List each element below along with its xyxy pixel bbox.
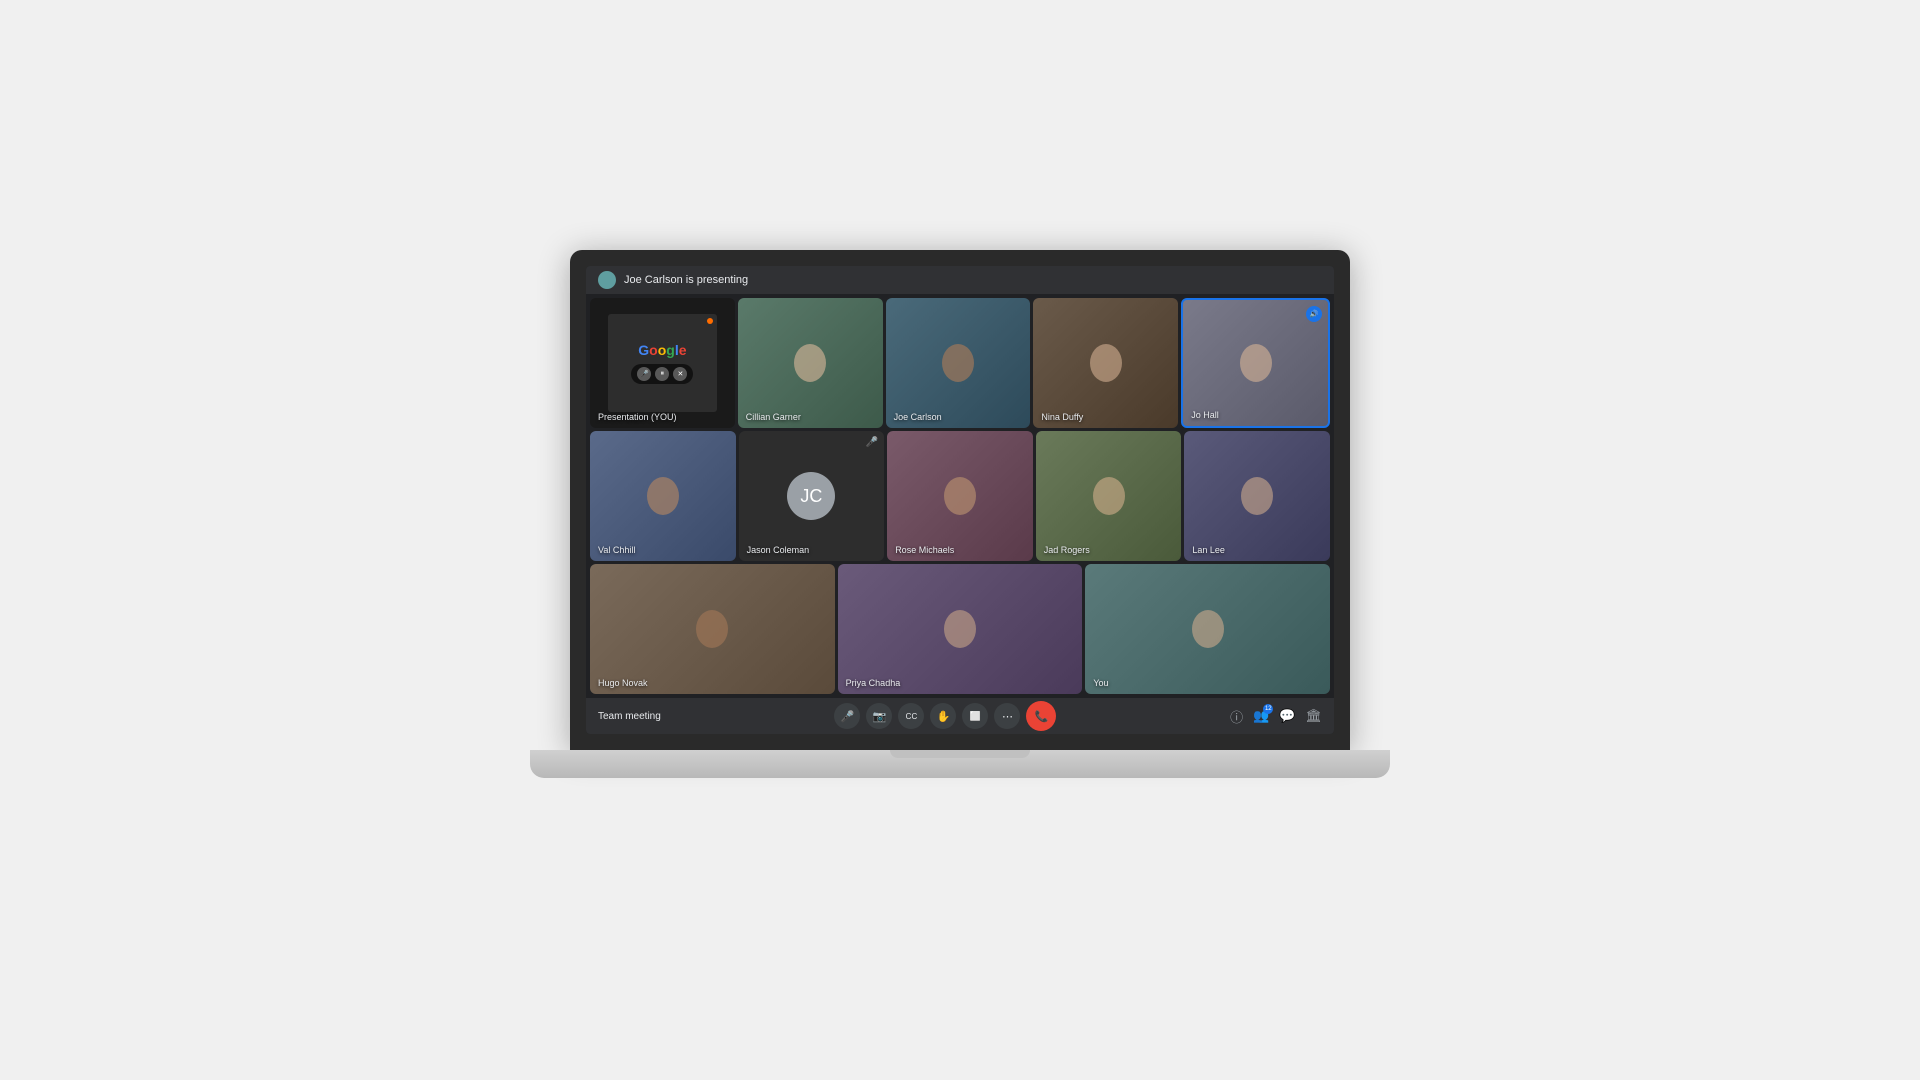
tile-nina[interactable]: Nina Duffy [1033, 298, 1178, 428]
laptop-base [530, 750, 1390, 778]
present-button[interactable]: ⬜ [962, 703, 988, 729]
controls-bar: Team meeting 🎤 📷 CC ✋ ⬜ ⋯ 📞 ⓘ 👥 12 [586, 698, 1334, 734]
info-button[interactable]: ⓘ [1230, 707, 1243, 726]
screen-bezel: Joe Carlson is presenting Google [570, 250, 1350, 750]
activities-button[interactable]: 🏛 [1305, 708, 1322, 724]
tile-label-presentation: Presentation (YOU) [598, 412, 677, 422]
mic-slide-icon: 🎤 [637, 367, 651, 381]
face-joe [942, 344, 974, 382]
tile-label-jad: Jad Rogers [1044, 545, 1090, 555]
tile-you[interactable]: You [1085, 564, 1330, 694]
face-you [1192, 610, 1224, 648]
face-cillian [794, 344, 826, 382]
grid-row-2: Val Chhill JC 🎤 Jason Coleman Rose Micha… [590, 431, 1330, 561]
presentation-content: Google 🎤 ⏸ ✕ [608, 314, 717, 412]
tile-joe[interactable]: Joe Carlson [886, 298, 1031, 428]
grid-row-3: Hugo Novak Priya Chadha You [590, 564, 1330, 694]
center-controls: 🎤 📷 CC ✋ ⬜ ⋯ 📞 [834, 701, 1056, 731]
stop-slide-icon: ✕ [673, 367, 687, 381]
tile-label-cillian: Cillian Garner [746, 412, 801, 422]
speaking-badge: 🔊 [1306, 306, 1322, 322]
tile-label-nina: Nina Duffy [1041, 412, 1083, 422]
tile-label-rose: Rose Michaels [895, 545, 954, 555]
presenter-bar: Joe Carlson is presenting [586, 266, 1334, 294]
presenter-avatar [598, 271, 616, 289]
tile-label-jason: Jason Coleman [747, 545, 810, 555]
recording-dot [707, 318, 713, 324]
tile-jad[interactable]: Jad Rogers [1036, 431, 1182, 561]
avatar-jason: JC [787, 472, 835, 520]
face-hugo [696, 610, 728, 648]
face-nina [1090, 344, 1122, 382]
right-controls: ⓘ 👥 12 💬 🏛 [1230, 707, 1322, 726]
tile-rose[interactable]: Rose Michaels [887, 431, 1033, 561]
laptop-shell: Joe Carlson is presenting Google [530, 250, 1390, 830]
pause-slide-icon: ⏸ [655, 367, 669, 381]
more-options-button[interactable]: ⋯ [994, 703, 1020, 729]
mic-off-icon: 🎤 [866, 437, 878, 448]
tile-cillian[interactable]: Cillian Garner [738, 298, 883, 428]
tile-val[interactable]: Val Chhill [590, 431, 736, 561]
tile-label-jo: Jo Hall [1191, 410, 1219, 420]
google-logo: Google [638, 342, 686, 358]
face-jo [1240, 344, 1272, 382]
slide-controls: 🎤 ⏸ ✕ [631, 364, 693, 384]
tile-jo[interactable]: 🔊 Jo Hall [1181, 298, 1330, 428]
face-jad [1093, 477, 1125, 515]
tile-label-val: Val Chhill [598, 545, 635, 555]
tile-lan[interactable]: Lan Lee [1184, 431, 1330, 561]
face-lan [1241, 477, 1273, 515]
tile-jason[interactable]: JC 🎤 Jason Coleman [739, 431, 885, 561]
tile-label-you: You [1093, 678, 1108, 688]
people-button[interactable]: 👥 12 [1253, 708, 1269, 724]
face-rose [944, 477, 976, 515]
meeting-title: Team meeting [598, 711, 661, 722]
chat-button[interactable]: 💬 [1279, 708, 1295, 724]
camera-button[interactable]: 📷 [866, 703, 892, 729]
presenter-text: Joe Carlson is presenting [624, 274, 748, 286]
mic-button[interactable]: 🎤 [834, 703, 860, 729]
tile-label-priya: Priya Chadha [846, 678, 901, 688]
video-call-screen: Joe Carlson is presenting Google [586, 266, 1334, 734]
participants-badge: 12 [1263, 704, 1273, 714]
tile-label-lan: Lan Lee [1192, 545, 1225, 555]
captions-button[interactable]: CC [898, 703, 924, 729]
tile-priya[interactable]: Priya Chadha [838, 564, 1083, 694]
video-grid: Google 🎤 ⏸ ✕ Presentation (YOU) [586, 294, 1334, 698]
face-priya [944, 610, 976, 648]
raise-hand-button[interactable]: ✋ [930, 703, 956, 729]
tile-presentation[interactable]: Google 🎤 ⏸ ✕ Presentation (YOU) [590, 298, 735, 428]
face-val [647, 477, 679, 515]
tile-hugo[interactable]: Hugo Novak [590, 564, 835, 694]
tile-label-hugo: Hugo Novak [598, 678, 648, 688]
grid-row-1: Google 🎤 ⏸ ✕ Presentation (YOU) [590, 298, 1330, 428]
end-call-button[interactable]: 📞 [1026, 701, 1056, 731]
tile-label-joe: Joe Carlson [894, 412, 942, 422]
